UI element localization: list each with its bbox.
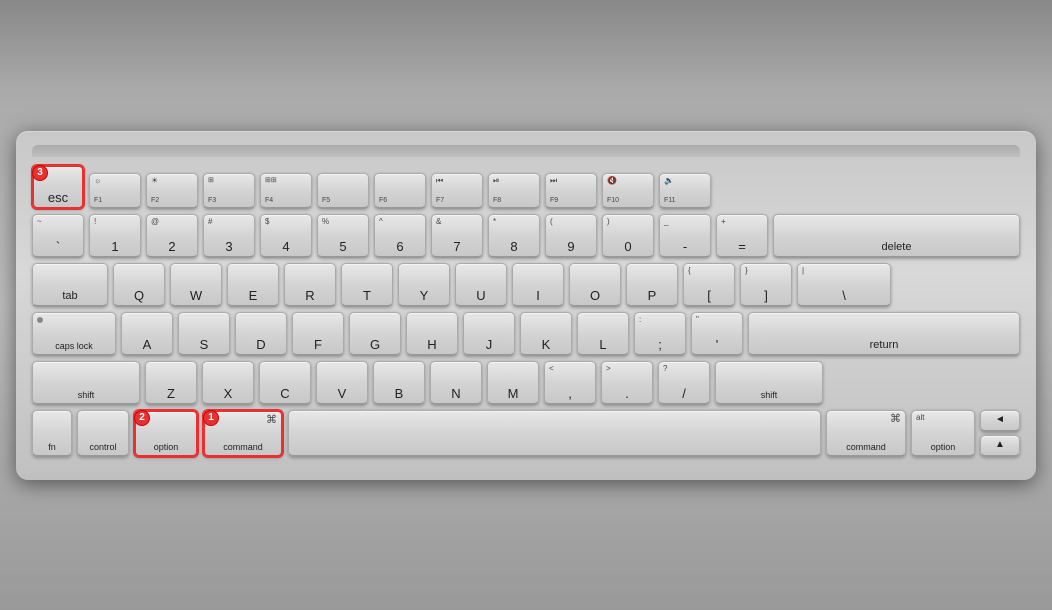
arrow-down-row: ▲ (980, 435, 1020, 457)
arrow-up-key[interactable]: ▲ (980, 435, 1020, 457)
option-right-key[interactable]: alt option (911, 410, 975, 457)
s-key[interactable]: S (178, 312, 230, 356)
f6-key[interactable]: F6 (374, 173, 426, 209)
shift-right-key[interactable]: shift (715, 361, 823, 405)
f1-key[interactable]: ☼ F1 (89, 173, 141, 209)
q-key[interactable]: Q (113, 263, 165, 307)
p-key[interactable]: P (626, 263, 678, 307)
f10-key[interactable]: 🔇 F10 (602, 173, 654, 209)
n-key[interactable]: N (430, 361, 482, 405)
f8-key[interactable]: ⏯ F8 (488, 173, 540, 209)
9-key[interactable]: ( 9 (545, 214, 597, 258)
fn-row: 3 esc ☼ F1 ☀ F2 ⊞ F3 ⊞⊞ F4 (32, 165, 1020, 209)
c-key[interactable]: C (259, 361, 311, 405)
f3-key[interactable]: ⊞ F3 (203, 173, 255, 209)
j-key[interactable]: J (463, 312, 515, 356)
o-key[interactable]: O (569, 263, 621, 307)
command-right-key[interactable]: ⌘ command (826, 410, 906, 457)
control-key[interactable]: control (77, 410, 129, 457)
w-key[interactable]: W (170, 263, 222, 307)
option-left-key[interactable]: 2 alt option (134, 410, 198, 457)
slash-key[interactable]: ? / (658, 361, 710, 405)
f5-key[interactable]: F5 (317, 173, 369, 209)
f2-key[interactable]: ☀ F2 (146, 173, 198, 209)
z-key[interactable]: Z (145, 361, 197, 405)
4-key[interactable]: $ 4 (260, 214, 312, 258)
0-key[interactable]: ) 0 (602, 214, 654, 258)
l-key[interactable]: L (577, 312, 629, 356)
asdf-row: caps lock A S D F G H J K L : ; " ' retu… (32, 312, 1020, 356)
e-key[interactable]: E (227, 263, 279, 307)
f7-key[interactable]: ⏮ F7 (431, 173, 483, 209)
tab-key[interactable]: tab (32, 263, 108, 307)
backslash-key[interactable]: | \ (797, 263, 891, 307)
3-key[interactable]: # 3 (203, 214, 255, 258)
k-key[interactable]: K (520, 312, 572, 356)
esc-badge: 3 (32, 165, 48, 181)
delete-key[interactable]: delete (773, 214, 1020, 258)
f9-key[interactable]: ⏭ F9 (545, 173, 597, 209)
keyboard-body: 3 esc ☼ F1 ☀ F2 ⊞ F3 ⊞⊞ F4 (16, 131, 1036, 480)
option-badge: 2 (134, 410, 150, 426)
6-key[interactable]: ^ 6 (374, 214, 426, 258)
5-key[interactable]: % 5 (317, 214, 369, 258)
arrow-left-key[interactable]: ◄ (980, 410, 1020, 432)
fn-key[interactable]: fn (32, 410, 72, 457)
m-key[interactable]: M (487, 361, 539, 405)
zxcv-row: shift Z X C V B N M < , > . ? / shift (32, 361, 1020, 405)
bracket-close-key[interactable]: } ] (740, 263, 792, 307)
bracket-open-key[interactable]: { [ (683, 263, 735, 307)
f4-key[interactable]: ⊞⊞ F4 (260, 173, 312, 209)
tilde-key[interactable]: ~ ` (32, 214, 84, 258)
d-key[interactable]: D (235, 312, 287, 356)
y-key[interactable]: Y (398, 263, 450, 307)
command-left-key[interactable]: 1 ⌘ command (203, 410, 283, 457)
equals-key[interactable]: + = (716, 214, 768, 258)
i-key[interactable]: I (512, 263, 564, 307)
caps-lock-key[interactable]: caps lock (32, 312, 116, 356)
quote-key[interactable]: " ' (691, 312, 743, 356)
return-key[interactable]: return (748, 312, 1020, 356)
8-key[interactable]: * 8 (488, 214, 540, 258)
g-key[interactable]: G (349, 312, 401, 356)
2-key[interactable]: @ 2 (146, 214, 198, 258)
bottom-row: fn control 2 alt option 1 ⌘ command (32, 410, 1020, 457)
a-key[interactable]: A (121, 312, 173, 356)
esc-label: esc (39, 191, 77, 204)
esc-key[interactable]: 3 esc (32, 165, 84, 209)
1-key[interactable]: ! 1 (89, 214, 141, 258)
r-key[interactable]: R (284, 263, 336, 307)
comma-key[interactable]: < , (544, 361, 596, 405)
f11-key[interactable]: 🔉 F11 (659, 173, 711, 209)
h-key[interactable]: H (406, 312, 458, 356)
command-badge: 1 (203, 410, 219, 426)
number-row: ~ ` ! 1 @ 2 # 3 $ 4 % 5 (32, 214, 1020, 258)
u-key[interactable]: U (455, 263, 507, 307)
7-key[interactable]: & 7 (431, 214, 483, 258)
t-key[interactable]: T (341, 263, 393, 307)
v-key[interactable]: V (316, 361, 368, 405)
semicolon-key[interactable]: : ; (634, 312, 686, 356)
spacebar-key[interactable] (288, 410, 821, 457)
x-key[interactable]: X (202, 361, 254, 405)
keyboard-container: 3 esc ☼ F1 ☀ F2 ⊞ F3 ⊞⊞ F4 (0, 0, 1052, 610)
f-key[interactable]: F (292, 312, 344, 356)
period-key[interactable]: > . (601, 361, 653, 405)
arrow-cluster: ◄ ▲ (980, 410, 1020, 457)
b-key[interactable]: B (373, 361, 425, 405)
qwerty-row: tab Q W E R T Y U I O P { [ } ] | \ (32, 263, 1020, 307)
minus-key[interactable]: _ - (659, 214, 711, 258)
shift-left-key[interactable]: shift (32, 361, 140, 405)
